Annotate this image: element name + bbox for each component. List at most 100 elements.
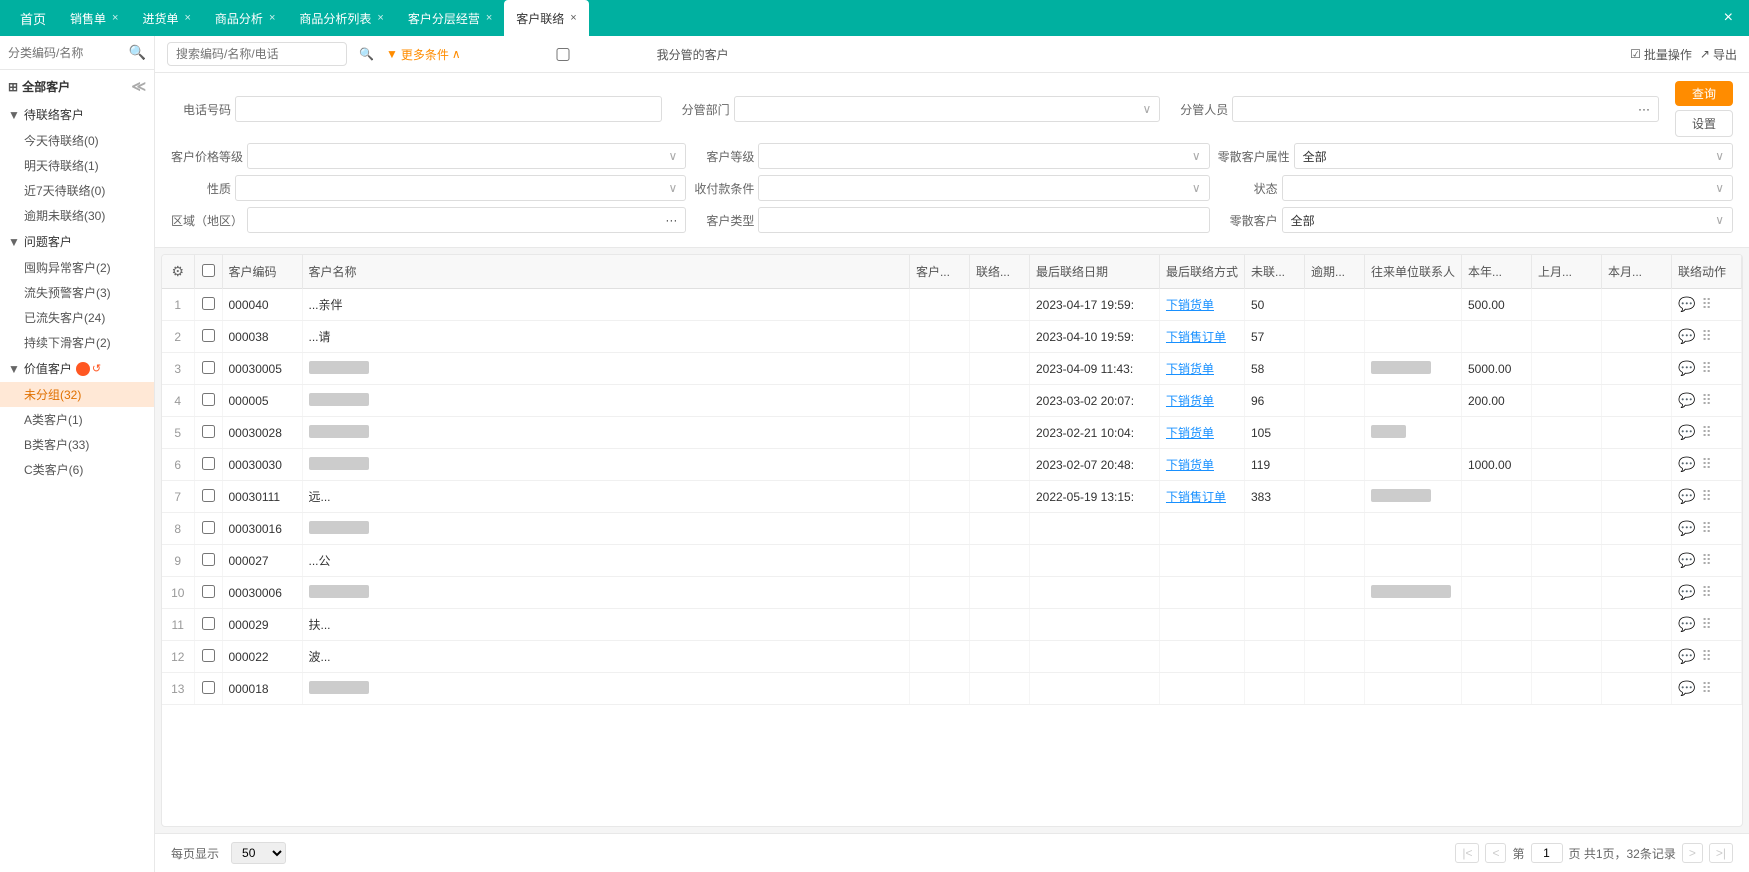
row-check[interactable]	[194, 321, 222, 353]
more-action-icon[interactable]: ⠿	[1701, 424, 1711, 441]
person-input[interactable]: ···	[1232, 96, 1659, 122]
sidebar-item-tomorrow[interactable]: 明天待联络(1)	[0, 153, 154, 178]
sidebar-group-pending[interactable]: ▼ 待联络客户	[0, 101, 154, 128]
more-action-icon[interactable]: ⠿	[1701, 296, 1711, 313]
close-icon[interactable]: ×	[184, 12, 190, 24]
sidebar-group-problems[interactable]: ▼ 问题客户	[0, 228, 154, 255]
window-close-button[interactable]: ×	[1716, 9, 1741, 27]
sidebar-item-class-b[interactable]: B类客户(33)	[0, 432, 154, 457]
sidebar-item-class-c[interactable]: C类客户(6)	[0, 457, 154, 482]
sidebar-item-churned[interactable]: 已流失客户(24)	[0, 305, 154, 330]
region-input[interactable]: ···	[247, 207, 686, 233]
nav-tab-analysis-list[interactable]: 商品分析列表 ×	[287, 0, 395, 36]
row-checkbox[interactable]	[202, 585, 215, 598]
close-icon[interactable]: ×	[486, 12, 492, 24]
close-icon[interactable]: ×	[377, 12, 383, 24]
batch-operation-button[interactable]: ☑ 批量操作	[1630, 46, 1692, 63]
row-check[interactable]	[194, 449, 222, 481]
chat-icon[interactable]: 💬	[1678, 520, 1695, 537]
nav-tab-analysis[interactable]: 商品分析 ×	[203, 0, 287, 36]
export-button[interactable]: ↗ 导出	[1700, 46, 1737, 63]
lastway-link[interactable]: 下销售订单	[1166, 490, 1226, 504]
close-icon[interactable]: ×	[112, 12, 118, 24]
settings-icon[interactable]: ⚙	[171, 263, 184, 279]
sidebar-item-churn-warning[interactable]: 流失预警客户(3)	[0, 280, 154, 305]
my-customers-checkbox[interactable]: 我分管的客户	[473, 46, 729, 63]
sidebar-item-hoarding[interactable]: 囤购异常客户(2)	[0, 255, 154, 280]
select-all-checkbox[interactable]	[202, 264, 215, 277]
row-checkbox[interactable]	[202, 297, 215, 310]
row-checkbox[interactable]	[202, 521, 215, 534]
chat-icon[interactable]: 💬	[1678, 424, 1695, 441]
row-checkbox[interactable]	[202, 489, 215, 502]
row-check[interactable]	[194, 353, 222, 385]
collapse-icon[interactable]: ≪	[131, 78, 146, 95]
query-button[interactable]: 查询	[1675, 81, 1733, 106]
reset-button[interactable]: 设置	[1675, 110, 1733, 137]
chat-icon[interactable]: 💬	[1678, 648, 1695, 665]
row-checkbox[interactable]	[202, 649, 215, 662]
lastway-link[interactable]: 下销货单	[1166, 458, 1214, 472]
row-check[interactable]	[194, 385, 222, 417]
more-action-icon[interactable]: ⠿	[1701, 584, 1711, 601]
first-page-button[interactable]: |<	[1455, 843, 1479, 863]
chat-icon[interactable]: 💬	[1678, 552, 1695, 569]
more-action-icon[interactable]: ⠿	[1701, 680, 1711, 697]
row-check[interactable]	[194, 417, 222, 449]
more-action-icon[interactable]: ⠿	[1701, 648, 1711, 665]
lastway-link[interactable]: 下销货单	[1166, 362, 1214, 376]
lastway-link[interactable]: 下销货单	[1166, 394, 1214, 408]
row-checkbox[interactable]	[202, 425, 215, 438]
status-select[interactable]: ∨	[1282, 175, 1733, 201]
row-check[interactable]	[194, 673, 222, 705]
chat-icon[interactable]: 💬	[1678, 680, 1695, 697]
search-input[interactable]	[167, 42, 347, 66]
sidebar-group-value[interactable]: ▼ 价值客户 ↺	[0, 355, 154, 382]
nature-select[interactable]: ∨	[235, 175, 686, 201]
sidebar-item-overdue[interactable]: 逾期未联络(30)	[0, 203, 154, 228]
retail-attr-select[interactable]: 全部∨	[1294, 143, 1733, 169]
payment-select[interactable]: ∨	[758, 175, 1209, 201]
nav-tab-sales[interactable]: 销售单 ×	[58, 0, 130, 36]
last-page-button[interactable]: >|	[1709, 843, 1733, 863]
chat-icon[interactable]: 💬	[1678, 584, 1695, 601]
nav-home[interactable]: 首页	[8, 9, 58, 28]
chat-icon[interactable]: 💬	[1678, 616, 1695, 633]
sidebar-search-input[interactable]	[8, 46, 129, 60]
lastway-link[interactable]: 下销货单	[1166, 426, 1214, 440]
row-check[interactable]	[194, 577, 222, 609]
chat-icon[interactable]: 💬	[1678, 488, 1695, 505]
row-checkbox[interactable]	[202, 617, 215, 630]
sidebar-item-declining[interactable]: 持续下滑客户(2)	[0, 330, 154, 355]
chat-icon[interactable]: 💬	[1678, 296, 1695, 313]
row-checkbox[interactable]	[202, 393, 215, 406]
row-checkbox[interactable]	[202, 329, 215, 342]
row-check[interactable]	[194, 481, 222, 513]
lastway-link[interactable]: 下销售订单	[1166, 330, 1226, 344]
th-gear[interactable]: ⚙	[162, 255, 194, 289]
lastway-link[interactable]: 下销货单	[1166, 298, 1214, 312]
row-checkbox[interactable]	[202, 553, 215, 566]
prev-page-button[interactable]: <	[1485, 843, 1506, 863]
customer-level-select[interactable]: ∨	[758, 143, 1209, 169]
search-icon[interactable]: 🔍	[129, 44, 146, 61]
row-check[interactable]	[194, 289, 222, 321]
phone-input[interactable]	[235, 96, 662, 122]
page-number-input[interactable]	[1531, 843, 1563, 863]
per-page-select[interactable]: 50 100 200	[231, 842, 286, 864]
row-checkbox[interactable]	[202, 457, 215, 470]
sidebar-item-class-a[interactable]: A类客户(1)	[0, 407, 154, 432]
dept-select[interactable]: ∨	[734, 96, 1161, 122]
nav-tab-customer-contact[interactable]: 客户联络 ×	[504, 0, 588, 36]
row-checkbox[interactable]	[202, 681, 215, 694]
row-check[interactable]	[194, 513, 222, 545]
close-icon[interactable]: ×	[570, 12, 576, 24]
more-action-icon[interactable]: ⠿	[1701, 520, 1711, 537]
more-action-icon[interactable]: ⠿	[1701, 552, 1711, 569]
chat-icon[interactable]: 💬	[1678, 328, 1695, 345]
more-action-icon[interactable]: ⠿	[1701, 328, 1711, 345]
row-check[interactable]	[194, 641, 222, 673]
more-action-icon[interactable]: ⠿	[1701, 360, 1711, 377]
th-check[interactable]	[194, 255, 222, 289]
row-checkbox[interactable]	[202, 361, 215, 374]
